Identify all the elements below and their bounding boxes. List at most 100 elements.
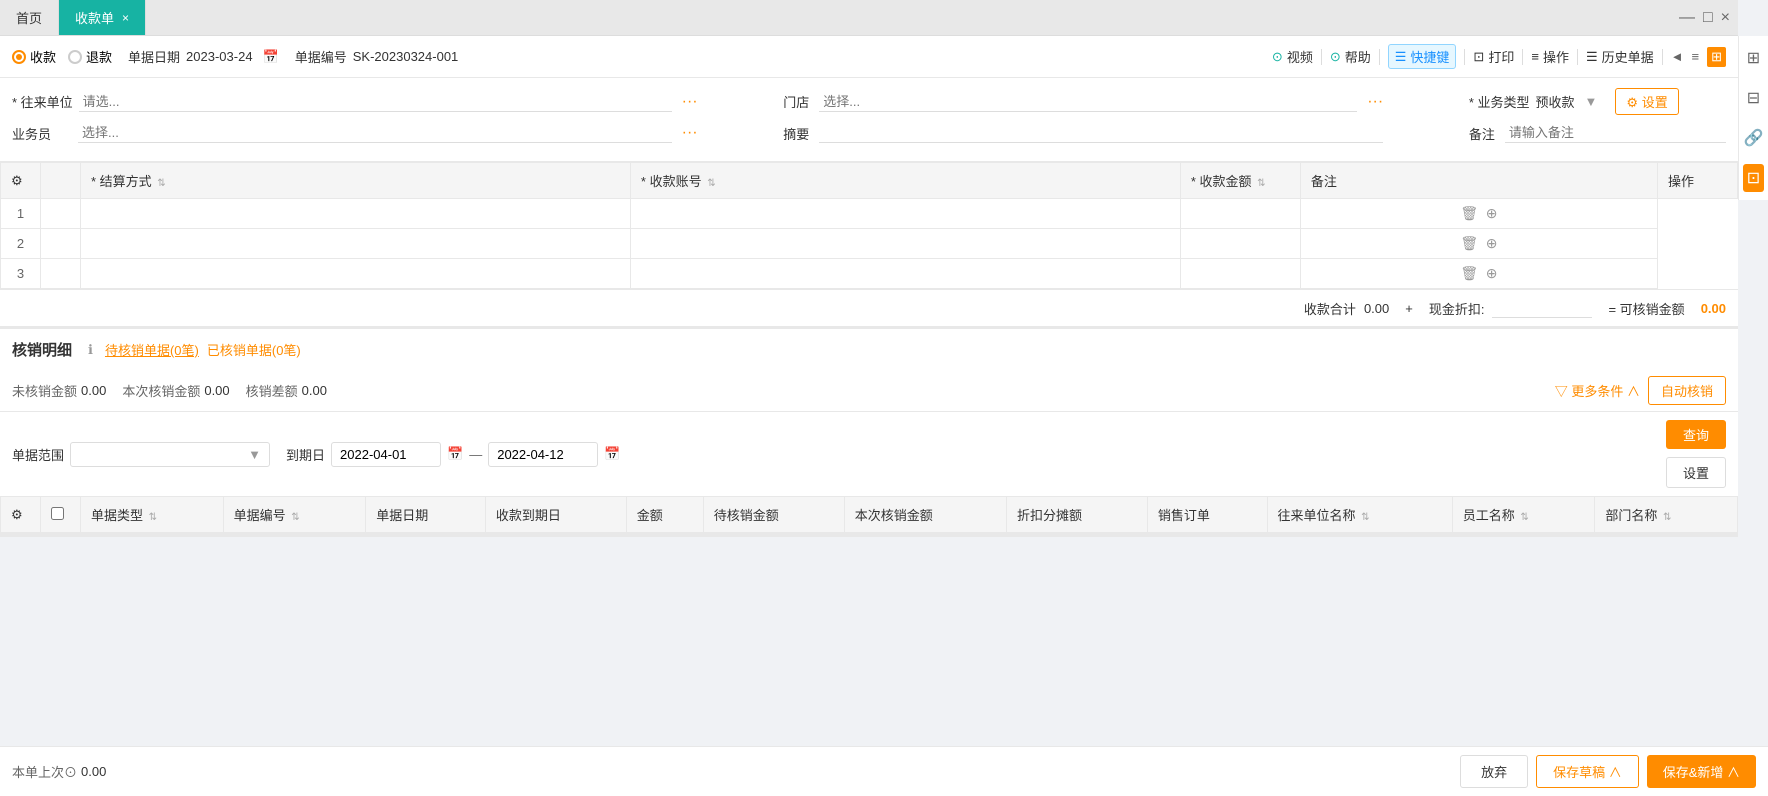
row-2-delete-icon[interactable]: 🗑 [1460, 235, 1478, 251]
bottom-col-discount: 折扣分摊额 [1006, 497, 1147, 533]
counterpart-input[interactable] [79, 92, 672, 112]
row-2-remark[interactable] [1180, 229, 1300, 259]
row-3-amount[interactable] [630, 259, 1180, 289]
settings-button[interactable]: ⚙ 设置 [1615, 88, 1678, 115]
select-all-checkbox[interactable] [51, 507, 64, 520]
row-1-amount[interactable] [630, 199, 1180, 229]
salesman-input[interactable] [78, 123, 672, 143]
view-list-icon[interactable]: ≡ [1692, 49, 1700, 64]
sort-employee-icon[interactable]: ⇅ [1520, 512, 1528, 523]
filter-actions: 查询 设置 [1666, 420, 1726, 488]
range-select[interactable]: ▼ [70, 442, 270, 467]
row-2-settlement[interactable] [41, 229, 81, 259]
row-3-num: 3 [1, 259, 41, 289]
action-operation[interactable]: ≡ 操作 [1531, 47, 1569, 66]
col-settings[interactable]: ⚙ [1, 163, 41, 199]
result-value: 0.00 [1701, 301, 1726, 316]
row-1-copy-icon[interactable]: ⊕ [1486, 205, 1498, 221]
invoice-icon[interactable]: ⊟ [1743, 84, 1764, 112]
maximize-button[interactable]: □ [1703, 9, 1713, 27]
bottom-col-counterpart: 往来单位名称 ⇅ [1267, 497, 1452, 533]
row-2-account[interactable] [81, 229, 631, 259]
range-dropdown-icon[interactable]: ▼ [248, 447, 261, 462]
divider-3 [1464, 49, 1465, 65]
bottom-col-type: 单据类型 ⇅ [81, 497, 224, 533]
row-3-remark[interactable] [1180, 259, 1300, 289]
store-more-btn[interactable]: ··· [1367, 93, 1383, 111]
sort-dept-icon[interactable]: ⇅ [1663, 512, 1671, 523]
sort-counterpart-icon[interactable]: ⇅ [1361, 512, 1369, 523]
action-help[interactable]: ⊙ 帮助 [1330, 47, 1371, 66]
radio-receipt[interactable]: 收款 [12, 47, 56, 66]
bottom-stat-value: 0.00 [81, 764, 106, 779]
action-shortcut[interactable]: ☰ 快捷键 [1388, 44, 1457, 69]
tab-close-receipt[interactable]: × [122, 11, 129, 25]
tab-home[interactable]: 首页 [0, 0, 59, 35]
row-1-account[interactable] [81, 199, 631, 229]
row-3-delete-icon[interactable]: 🗑 [1460, 265, 1478, 281]
minimize-button[interactable]: — [1679, 9, 1695, 27]
row-1-delete-icon[interactable]: 🗑 [1460, 205, 1478, 221]
save-new-button[interactable]: 保存&新增 ∧ [1647, 755, 1756, 788]
salesman-more-btn[interactable]: ··· [682, 124, 698, 142]
filter-settings-button[interactable]: 设置 [1666, 457, 1726, 488]
action-print[interactable]: ⊡ 打印 [1473, 47, 1514, 66]
form-section: * 往来单位 ··· 门店 ··· * 业务类型 预收款 ▼ ⚙ 设置 业务员 [0, 78, 1738, 162]
business-type-value: 预收款 [1536, 92, 1575, 111]
bottom-actions: 放弃 保存草稿 ∧ 保存&新增 ∧ [1460, 755, 1756, 788]
due-date-from-input[interactable] [331, 442, 441, 467]
sort-type-icon[interactable]: ⇅ [149, 512, 157, 523]
bottom-col-settings[interactable]: ⚙ [1, 497, 41, 533]
bottom-stat-label: 本单上次⊙ [12, 762, 77, 781]
radio-refund[interactable]: 退款 [68, 47, 112, 66]
discount-input[interactable] [1492, 298, 1592, 318]
horizontal-scroll[interactable] [0, 533, 1738, 537]
discard-button[interactable]: 放弃 [1460, 755, 1528, 788]
save-draft-button[interactable]: 保存草稿 ∧ [1536, 755, 1639, 788]
row-1-remark[interactable] [1180, 199, 1300, 229]
calendar-from-icon[interactable]: 📅 [447, 446, 463, 462]
tab-pending[interactable]: 待核销单据(0笔) [105, 340, 199, 359]
sort-settlement-icon[interactable]: ⇅ [157, 178, 165, 189]
row-2-copy-icon[interactable]: ⊕ [1486, 235, 1498, 251]
action-history[interactable]: ☰ 历史单据 [1586, 47, 1654, 66]
table-icon[interactable]: ⊞ [1743, 44, 1764, 72]
more-filter-btn[interactable]: ▽ 更多条件 ∧ [1555, 381, 1640, 400]
gear-icon[interactable]: ⚙ [11, 173, 23, 188]
row-3-copy-icon[interactable]: ⊕ [1486, 265, 1498, 281]
due-date-to-input[interactable] [488, 442, 598, 467]
operation-icon: ≡ [1531, 49, 1539, 64]
attachment-icon[interactable]: 🔗 [1740, 124, 1768, 152]
business-type-dropdown-icon[interactable]: ▼ [1585, 94, 1598, 109]
expand-icon[interactable]: ⊡ [1743, 164, 1764, 192]
auto-verify-btn[interactable]: 自动核销 [1648, 376, 1726, 405]
sort-account-icon[interactable]: ⇅ [707, 178, 715, 189]
calendar-to-icon[interactable]: 📅 [604, 446, 620, 462]
voucher-date-value[interactable]: 2023-03-24 [186, 49, 253, 64]
tab-done[interactable]: 已核销单据(0笔) [207, 340, 301, 359]
action-video[interactable]: ⊙ 视频 [1272, 47, 1313, 66]
bottom-col-date: 单据日期 [366, 497, 486, 533]
view-grid-icon[interactable]: ⊞ [1707, 47, 1726, 67]
verification-info-icon[interactable]: ℹ [88, 342, 93, 358]
unverified-stat: 未核销金额 0.00 [12, 381, 106, 400]
row-2-amount[interactable] [630, 229, 1180, 259]
sort-no-icon[interactable]: ⇅ [291, 512, 299, 523]
row-3-account[interactable] [81, 259, 631, 289]
tab-receipt[interactable]: 收款单 × [59, 0, 146, 35]
query-button[interactable]: 查询 [1666, 420, 1726, 449]
counterpart-more-btn[interactable]: ··· [682, 93, 698, 111]
remark-input[interactable] [1505, 123, 1726, 143]
summary-input[interactable] [819, 123, 1383, 143]
store-input[interactable] [819, 92, 1357, 112]
divider-2 [1379, 49, 1380, 65]
close-button[interactable]: × [1721, 9, 1730, 27]
row-3-settlement[interactable] [41, 259, 81, 289]
view-prev-icon[interactable]: ◄ [1671, 49, 1684, 64]
calendar-icon[interactable]: 📅 [263, 49, 279, 65]
bottom-gear-icon[interactable]: ⚙ [11, 507, 23, 522]
bottom-col-checkbox[interactable] [41, 497, 81, 533]
row-1-settlement[interactable] [41, 199, 81, 229]
sort-amount-icon[interactable]: ⇅ [1257, 178, 1265, 189]
remark-field: 备注 [1469, 123, 1726, 143]
